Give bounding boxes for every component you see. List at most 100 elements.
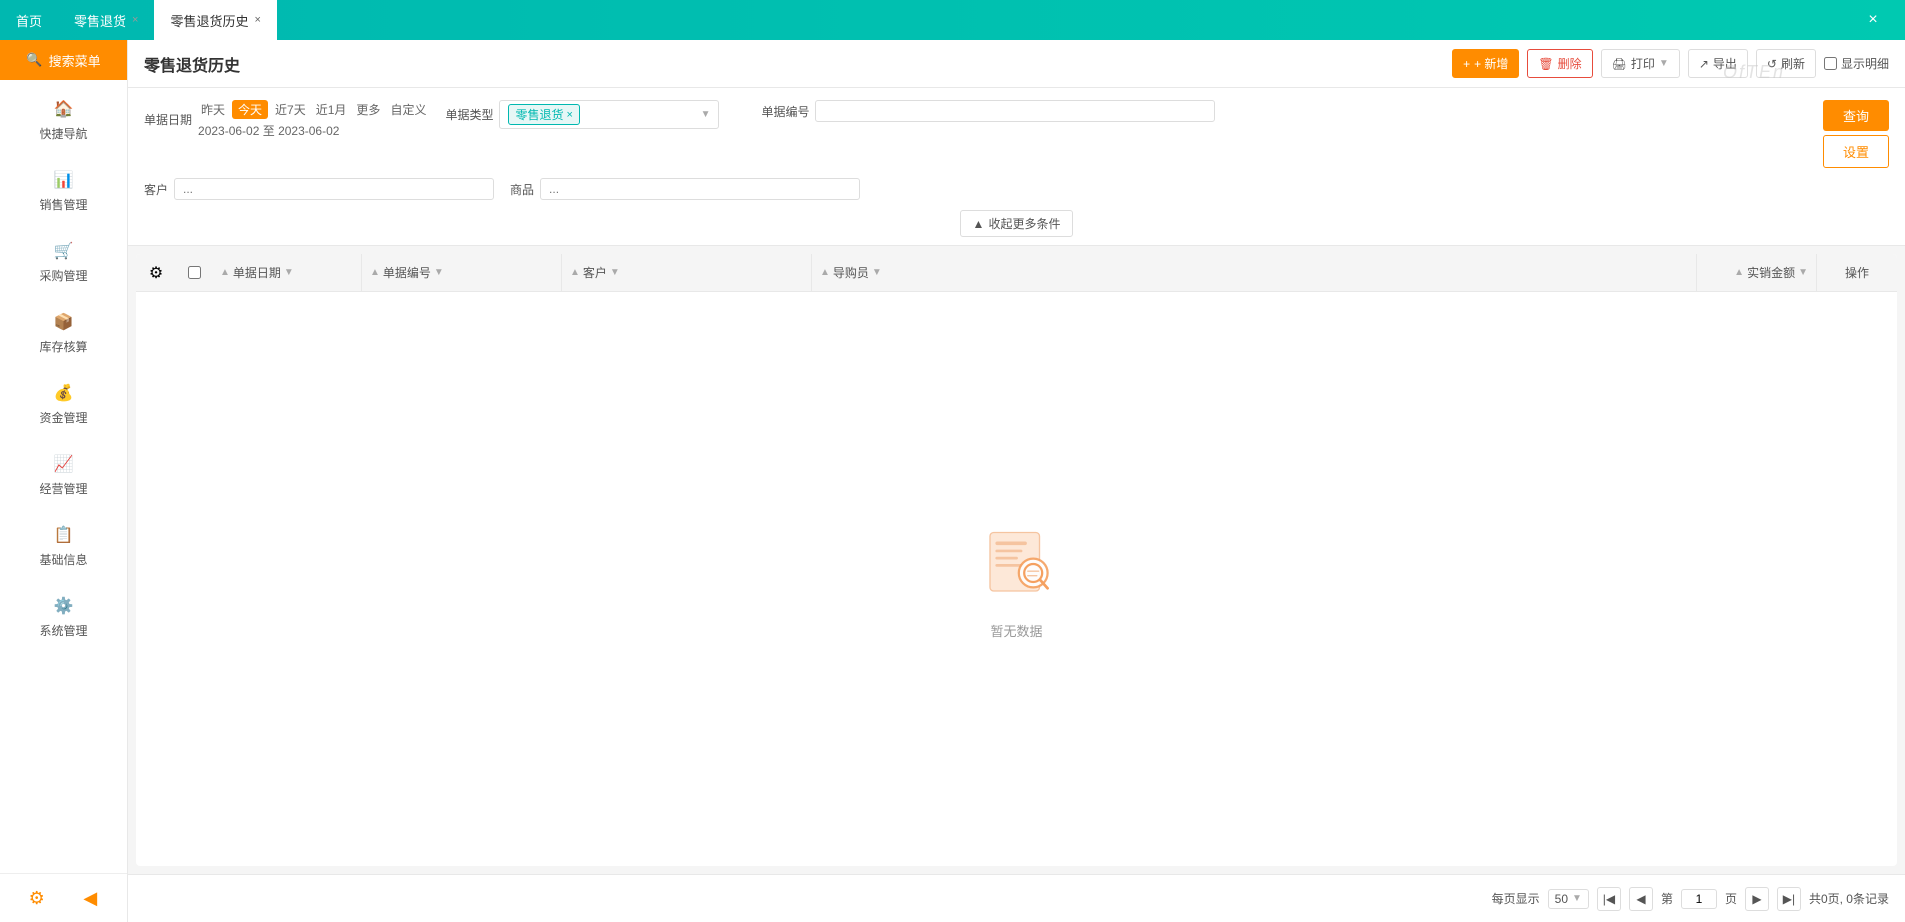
refresh-label: 刷新 — [1781, 55, 1805, 72]
voucher-type-tag-text: 零售退货 — [515, 106, 563, 123]
tab-retail-return-history[interactable]: 零售退货历史 × — [154, 0, 276, 40]
voucher-no-filter: 单据编号 — [761, 100, 1807, 122]
total-label: 共0页, 0条记录 — [1809, 890, 1889, 907]
th-amount-label: 实销金额 — [1747, 264, 1795, 281]
expand-row: ▲ 收起更多条件 — [144, 206, 1889, 237]
sort-icon-date-up: ▲ — [220, 267, 230, 278]
sidebar-item-quick-nav-label: 快捷导航 — [39, 125, 87, 142]
customer-input[interactable] — [174, 178, 494, 200]
th-customer[interactable]: ▲ 客户 ▼ — [562, 254, 812, 291]
page-size-select[interactable]: 50 ▼ — [1548, 889, 1589, 909]
table-select-all[interactable] — [176, 266, 212, 279]
customer-filter: 客户 — [144, 178, 494, 200]
tab-retail-return-history-close[interactable]: × — [254, 14, 260, 26]
voucher-no-input[interactable] — [815, 100, 1215, 122]
delete-icon: 🗑 — [1538, 57, 1553, 71]
th-customer-label: 客户 — [583, 264, 607, 281]
select-all-checkbox[interactable] — [188, 266, 201, 279]
product-input[interactable] — [540, 178, 860, 200]
page-prev-button[interactable]: ◀ — [1629, 887, 1653, 911]
tab-bar: 首页 零售退货 × 零售退货历史 × — [0, 0, 1857, 40]
sidebar-item-finance-label: 资金管理 — [39, 409, 87, 426]
new-button[interactable]: + + 新增 — [1452, 49, 1519, 78]
sidebar-item-operation[interactable]: 📈 经营管理 — [4, 440, 123, 509]
sidebar-settings-icon[interactable]: ⚙ — [23, 884, 51, 912]
export-button[interactable]: ↗ 导出 — [1688, 49, 1748, 78]
content-area: 零售退货历史 + + 新增 🗑 删除 🖨 打印 ▼ ↗ 导出 — [128, 40, 1905, 922]
sidebar-item-inventory[interactable]: 📦 库存核算 — [4, 298, 123, 367]
date-more[interactable]: 更多 — [353, 100, 383, 119]
date-1month[interactable]: 近1月 — [313, 100, 350, 119]
display-detail-input[interactable] — [1824, 57, 1837, 70]
sidebar-item-purchase[interactable]: 🛒 采购管理 — [4, 227, 123, 296]
delete-label: 删除 — [1558, 55, 1582, 72]
sidebar-item-quick-nav[interactable]: 🏠 快捷导航 — [4, 85, 123, 154]
window-close-button[interactable]: × — [1857, 4, 1889, 36]
print-button[interactable]: 🖨 打印 ▼ — [1601, 49, 1680, 78]
voucher-type-select[interactable]: 零售退货 × ▼ — [499, 100, 719, 129]
page-size-label: 每页显示 — [1492, 890, 1540, 907]
chapter-label: 第 — [1661, 890, 1673, 907]
sort-icon-no-down: ▼ — [434, 267, 444, 278]
sidebar-item-inventory-label: 库存核算 — [39, 338, 87, 355]
query-actions: 查询 设置 — [1823, 100, 1889, 168]
top-bar: 首页 零售退货 × 零售退货历史 × OfTEn × — [0, 0, 1905, 40]
page-number-input[interactable] — [1681, 889, 1717, 909]
sort-icon-customer-down: ▼ — [610, 267, 620, 278]
table-settings[interactable]: ⚙ — [136, 263, 176, 283]
operation-icon: 📈 — [52, 452, 76, 476]
table-header: ⚙ ▲ 单据日期 ▼ ▲ 单据编号 ▼ ▲ 客户 ▼ — [136, 254, 1897, 292]
export-icon: ↗ — [1699, 57, 1709, 71]
date-yesterday[interactable]: 昨天 — [198, 100, 228, 119]
print-dropdown-icon: ▼ — [1659, 58, 1669, 69]
sidebar-item-basic-label: 基础信息 — [39, 551, 87, 568]
th-amount[interactable]: ▲ 实销金额 ▼ — [1697, 254, 1817, 291]
tab-retail-return[interactable]: 零售退货 × — [58, 0, 154, 40]
sales-icon: 📊 — [52, 168, 76, 192]
print-icon: 🖨 — [1612, 57, 1627, 71]
voucher-type-filter: 单据类型 零售退货 × ▼ — [445, 100, 745, 129]
refresh-button[interactable]: ↺ 刷新 — [1756, 49, 1816, 78]
sidebar-item-sales[interactable]: 📊 销售管理 — [4, 156, 123, 225]
page-first-button[interactable]: |◀ — [1597, 887, 1621, 911]
sort-icon-amount-up: ▲ — [1734, 267, 1744, 278]
sidebar-item-finance[interactable]: 💰 资金管理 — [4, 369, 123, 438]
delete-button[interactable]: 🗑 删除 — [1527, 49, 1592, 78]
page-last-button[interactable]: ▶| — [1777, 887, 1801, 911]
setting-button[interactable]: 设置 — [1823, 135, 1889, 168]
query-button[interactable]: 查询 — [1823, 100, 1889, 131]
date-range-value: 2023-06-02 至 2023-06-02 — [198, 122, 429, 139]
sidebar-collapse-icon[interactable]: ◀ — [76, 884, 104, 912]
new-icon: + — [1463, 57, 1470, 71]
collapse-button[interactable]: ▲ 收起更多条件 — [960, 210, 1074, 237]
empty-state: 暂无数据 — [136, 292, 1897, 866]
finance-icon: 💰 — [52, 381, 76, 405]
empty-illustration — [972, 519, 1062, 609]
voucher-type-tag-close[interactable]: × — [566, 109, 572, 121]
th-date[interactable]: ▲ 单据日期 ▼ — [212, 254, 362, 291]
th-no-label: 单据编号 — [383, 264, 431, 281]
settings-gear-icon[interactable]: ⚙ — [149, 263, 163, 283]
th-no[interactable]: ▲ 单据编号 ▼ — [362, 254, 562, 291]
page-actions: + + 新增 🗑 删除 🖨 打印 ▼ ↗ 导出 ↺ — [1452, 49, 1889, 78]
sort-icon-guide-up: ▲ — [820, 267, 830, 278]
sidebar-search[interactable]: 🔍 搜索菜单 — [0, 40, 127, 80]
th-guide[interactable]: ▲ 导购员 ▼ — [812, 254, 1697, 291]
collapse-label: 收起更多条件 — [988, 215, 1060, 232]
sidebar-item-system[interactable]: ⚙️ 系统管理 — [4, 582, 123, 651]
date-filter-label: 单据日期 — [144, 111, 192, 128]
page-next-button[interactable]: ▶ — [1745, 887, 1769, 911]
sidebar-item-basic[interactable]: 📋 基础信息 — [4, 511, 123, 580]
th-date-label: 单据日期 — [233, 264, 281, 281]
page-title: 零售退货历史 — [144, 52, 240, 76]
tab-retail-return-close[interactable]: × — [132, 14, 138, 26]
date-today[interactable]: 今天 — [232, 100, 268, 119]
date-7days[interactable]: 近7天 — [272, 100, 309, 119]
display-detail-checkbox[interactable]: 显示明细 — [1824, 55, 1889, 72]
sort-icon-guide-down: ▼ — [872, 267, 882, 278]
voucher-type-dropdown-icon: ▼ — [701, 109, 711, 120]
empty-text: 暂无数据 — [990, 621, 1042, 640]
tab-home[interactable]: 首页 — [0, 0, 58, 40]
date-custom[interactable]: 自定义 — [387, 100, 429, 119]
system-icon: ⚙️ — [52, 594, 76, 618]
